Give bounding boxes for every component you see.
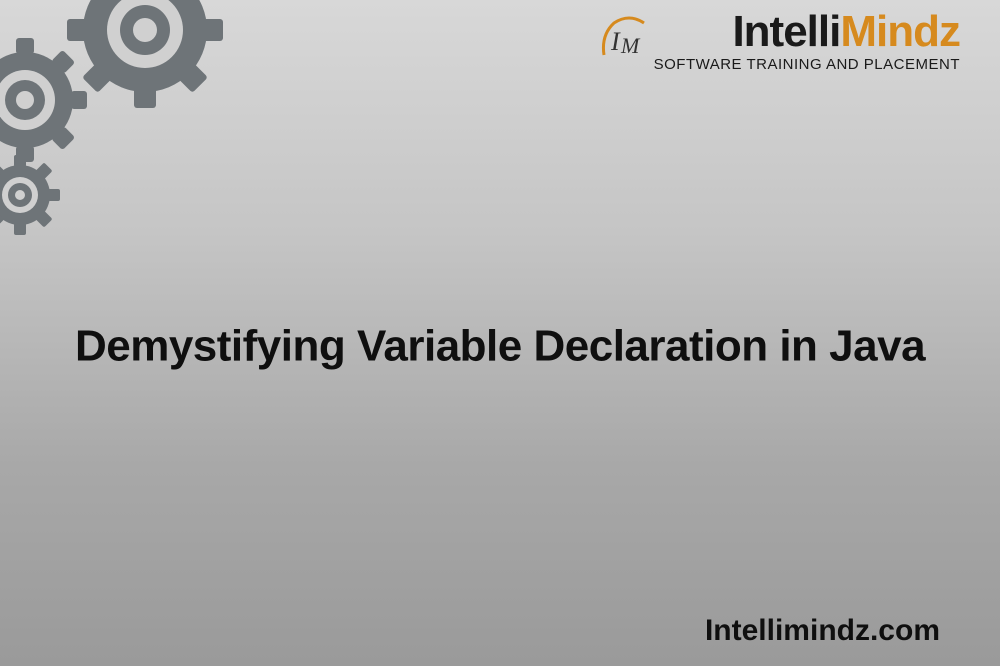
page-title: Demystifying Variable Declaration in Jav… <box>0 317 1000 376</box>
logo-text: IntelliMindz <box>654 10 960 54</box>
footer-url: Intellimindz.com <box>705 614 940 648</box>
logo-mark-icon: I M <box>599 15 649 60</box>
logo-part2: Mindz <box>840 7 960 56</box>
logo-part1: Intelli <box>732 7 840 56</box>
gears-decoration <box>0 0 250 250</box>
logo-tagline: SOFTWARE TRAINING AND PLACEMENT <box>654 56 960 73</box>
svg-text:I: I <box>610 27 621 56</box>
brand-logo: I M IntelliMindz SOFTWARE TRAINING AND P… <box>654 10 960 73</box>
svg-text:M: M <box>620 33 641 58</box>
